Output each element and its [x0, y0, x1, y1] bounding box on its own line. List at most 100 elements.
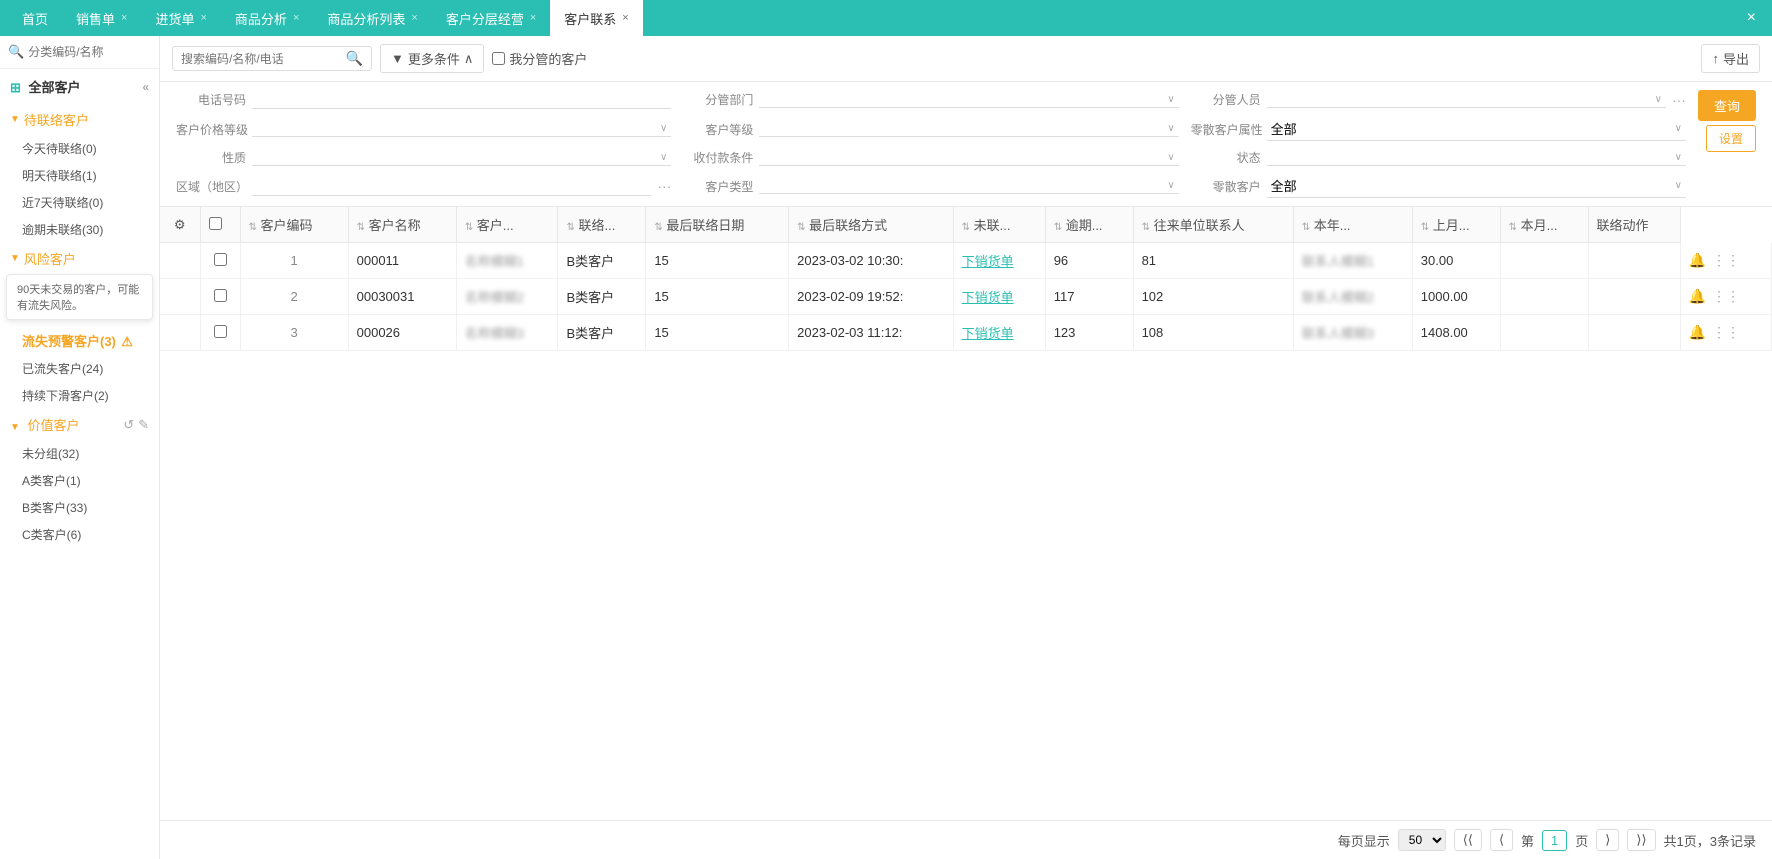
col-type[interactable]: ⇅ 客户...	[456, 207, 558, 243]
last-method-link-2[interactable]: 下销货单	[962, 326, 1014, 341]
action-more-icon-0[interactable]: ⋮⋮	[1712, 252, 1740, 269]
action-bell-icon-2[interactable]: 🔔	[1689, 324, 1706, 341]
prev-page-button[interactable]: ⟨	[1490, 829, 1513, 851]
sidebar-item-ungrouped[interactable]: 未分组(32)	[0, 440, 159, 467]
filter-manager-dots[interactable]: ···	[1672, 92, 1686, 108]
col-overdue[interactable]: ⇅ 逾期...	[1045, 207, 1133, 243]
sidebar-all-customers[interactable]: ⊞ 全部客户 «	[0, 69, 159, 104]
filter-nature-select[interactable]: ∨	[252, 150, 671, 166]
export-button[interactable]: ↑ 导出	[1701, 44, 1760, 73]
row-this-year-2: 1408.00	[1412, 315, 1500, 351]
filter-status-select[interactable]: ∨	[1267, 150, 1686, 166]
filter-customer-level-select[interactable]: ∨	[759, 121, 1178, 137]
sidebar-section-value[interactable]: ▼ 价值客户 ↺ ✎	[0, 409, 159, 440]
row-checkbox-input-0[interactable]	[214, 253, 227, 266]
sidebar-item-class-b[interactable]: B类客户(33)	[0, 494, 159, 521]
nav-home[interactable]: 首页	[8, 0, 62, 36]
sidebar-collapse-icon[interactable]: «	[142, 80, 149, 94]
col-this-month[interactable]: ⇅ 本月...	[1500, 207, 1588, 243]
close-customer-contact-tab[interactable]: ×	[622, 12, 628, 24]
col-last-date[interactable]: ⇅ 最后联络日期	[646, 207, 789, 243]
query-button[interactable]: 查询	[1698, 90, 1756, 121]
col-contact-person[interactable]: ⇅ 往来单位联系人	[1133, 207, 1293, 243]
filter-actions: 查询 设置	[1698, 90, 1756, 152]
nav-tab-sales[interactable]: 销售单 ×	[62, 0, 141, 36]
sidebar-item-7days[interactable]: 近7天待联络(0)	[0, 189, 159, 216]
col-settings[interactable]: ⚙	[160, 207, 200, 243]
close-analysis-list-tab[interactable]: ×	[411, 12, 417, 24]
sidebar-section-risk[interactable]: ▼ 风险客户	[0, 243, 159, 274]
my-customers-checkbox-label[interactable]: 我分管的客户	[492, 49, 587, 68]
row-checkbox-input-1[interactable]	[214, 289, 227, 302]
edit-icon[interactable]: ✎	[138, 417, 149, 433]
row-seq-0: 1	[240, 243, 348, 279]
row-name-2: 名称模糊3	[456, 315, 558, 351]
action-more-icon-1[interactable]: ⋮⋮	[1712, 288, 1740, 305]
filter-price-level: 客户价格等级 ∨	[176, 121, 671, 138]
settings-button[interactable]: 设置	[1706, 125, 1756, 152]
select-all-checkbox[interactable]	[209, 217, 222, 230]
action-bell-icon-0[interactable]: 🔔	[1689, 252, 1706, 269]
nav-tab-customer-layer[interactable]: 客户分层经营 ×	[432, 0, 550, 36]
filter-scatter-attr-select[interactable]: 全部 ∨	[1267, 117, 1686, 141]
table-settings-icon[interactable]: ⚙	[174, 217, 186, 232]
action-bell-icon-1[interactable]: 🔔	[1689, 288, 1706, 305]
filter-row-3: 性质 ∨ 收付款条件 ∨	[176, 149, 1686, 166]
sidebar-item-class-a[interactable]: A类客户(1)	[0, 467, 159, 494]
close-analysis-tab[interactable]: ×	[293, 12, 299, 24]
filter-region-input[interactable]	[252, 177, 651, 196]
sidebar-item-class-c[interactable]: C类客户(6)	[0, 521, 159, 548]
refresh-icon[interactable]: ↺	[123, 417, 134, 433]
filter-customer-type-select[interactable]: ∨	[759, 178, 1178, 194]
filter-manager-select[interactable]: ∨	[1267, 92, 1666, 108]
nav-tab-analysis[interactable]: 商品分析 ×	[221, 0, 313, 36]
last-method-link-1[interactable]: 下销货单	[962, 290, 1014, 305]
sidebar-section-pending[interactable]: ▼ 待联络客户	[0, 104, 159, 135]
first-page-button[interactable]: ⟨⟨	[1454, 829, 1482, 851]
sidebar-item-today[interactable]: 今天待联络(0)	[0, 135, 159, 162]
filter-price-level-select[interactable]: ∨	[252, 121, 671, 137]
row-seq-2: 3	[240, 315, 348, 351]
nav-tab-customer-contact[interactable]: 客户联系 ×	[550, 0, 642, 36]
next-page-button[interactable]: ⟩	[1596, 829, 1619, 851]
filter-dept-label: 分管部门	[683, 91, 753, 108]
row-checkbox-input-2[interactable]	[214, 325, 227, 338]
close-all-tabs[interactable]: ×	[1739, 9, 1764, 27]
filter-region-dots[interactable]: ···	[657, 178, 671, 194]
page-size-label: 每页显示	[1338, 831, 1390, 850]
page-size-select[interactable]: 50	[1398, 829, 1446, 851]
col-last-method[interactable]: ⇅ 最后联络方式	[789, 207, 953, 243]
filter-payment-select[interactable]: ∨	[759, 150, 1178, 166]
nav-tab-purchase[interactable]: 进货单 ×	[141, 0, 220, 36]
last-method-link-0[interactable]: 下销货单	[962, 254, 1014, 269]
col-this-year[interactable]: ⇅ 本年...	[1293, 207, 1412, 243]
sidebar-search-input[interactable]	[28, 45, 160, 59]
sort-year-icon: ⇅	[1302, 222, 1310, 233]
nav-tab-analysis-list[interactable]: 商品分析列表 ×	[313, 0, 431, 36]
search-input[interactable]	[181, 52, 346, 66]
last-page-button[interactable]: ⟩⟩	[1627, 829, 1655, 851]
col-code[interactable]: ⇅ 客户编码	[240, 207, 348, 243]
close-customer-layer-tab[interactable]: ×	[530, 12, 536, 24]
col-uncontact[interactable]: ⇅ 未联...	[953, 207, 1045, 243]
filter-manager-label: 分管人员	[1191, 91, 1261, 108]
chevron-scatter2-icon: ∨	[1675, 180, 1682, 191]
col-last-month[interactable]: ⇅ 上月...	[1412, 207, 1500, 243]
my-customers-checkbox[interactable]	[492, 52, 505, 65]
sidebar-item-churned[interactable]: 已流失客户(24)	[0, 355, 159, 382]
close-purchase-tab[interactable]: ×	[200, 12, 206, 24]
sidebar-item-declining[interactable]: 持续下滑客户(2)	[0, 382, 159, 409]
arrow-down-icon-3: ▼	[10, 422, 20, 433]
search-button[interactable]: 🔍	[346, 50, 363, 67]
filter-dept-select[interactable]: ∨	[759, 92, 1178, 108]
col-name[interactable]: ⇅ 客户名称	[348, 207, 456, 243]
filter-scatter-select[interactable]: 全部 ∨	[1267, 174, 1686, 198]
col-contact[interactable]: ⇅ 联络...	[558, 207, 646, 243]
filter-phone-input[interactable]	[252, 90, 671, 109]
sidebar-item-overdue[interactable]: 逾期未联络(30)	[0, 216, 159, 243]
sidebar-item-churn-warning[interactable]: 流失预警客户(3) ⚠	[0, 326, 159, 355]
action-more-icon-2[interactable]: ⋮⋮	[1712, 324, 1740, 341]
sidebar-item-tomorrow[interactable]: 明天待联络(1)	[0, 162, 159, 189]
close-sales-tab[interactable]: ×	[121, 12, 127, 24]
more-conditions-button[interactable]: ▼ 更多条件 ∧	[380, 44, 484, 73]
